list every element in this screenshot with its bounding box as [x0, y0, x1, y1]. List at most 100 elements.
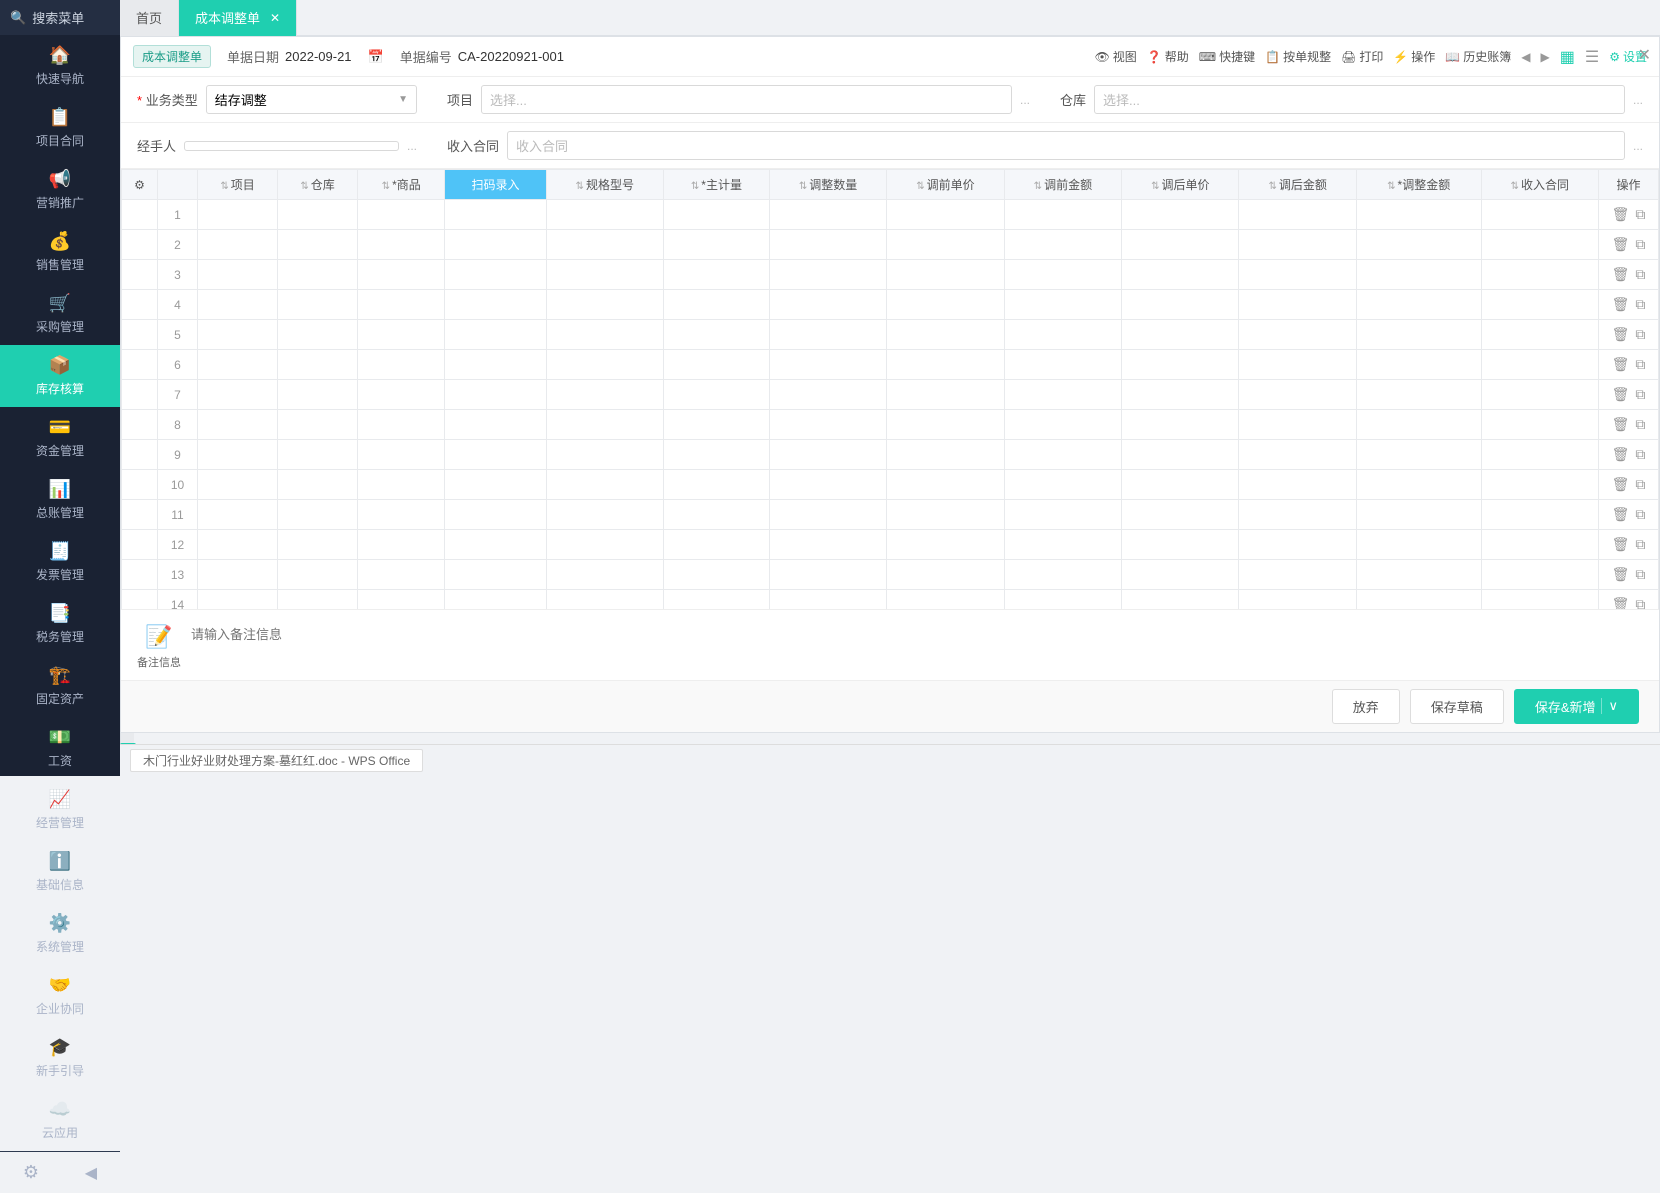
row-cell[interactable] — [445, 290, 546, 320]
row-cell[interactable] — [546, 350, 663, 380]
row-cell[interactable] — [1004, 440, 1121, 470]
row-cell[interactable] — [1122, 440, 1239, 470]
row-cell[interactable] — [1122, 230, 1239, 260]
row-cell[interactable] — [1356, 320, 1481, 350]
copy-row-icon[interactable]: ⧉ — [1635, 416, 1645, 433]
row-cell[interactable] — [1356, 440, 1481, 470]
sidebar-item-quick-nav[interactable]: 🏠 快速导航 — [0, 35, 120, 97]
row-cell[interactable] — [1239, 590, 1356, 609]
row-cell[interactable] — [358, 350, 445, 380]
delete-row-icon[interactable]: 🗑 — [1612, 326, 1630, 343]
col-before-amount[interactable]: ⇅调前金额 — [1004, 170, 1121, 200]
copy-row-icon[interactable]: ⧉ — [1635, 446, 1645, 463]
row-cell[interactable] — [887, 470, 1004, 500]
row-cell[interactable] — [358, 320, 445, 350]
row-cell[interactable] — [358, 410, 445, 440]
row-cell[interactable] — [546, 470, 663, 500]
row-cell[interactable] — [358, 500, 445, 530]
row-cell[interactable] — [1481, 410, 1599, 440]
row-cell[interactable] — [445, 350, 546, 380]
row-cell[interactable] — [663, 230, 769, 260]
row-cell[interactable] — [1122, 470, 1239, 500]
row-cell[interactable] — [278, 290, 358, 320]
row-cell[interactable] — [1239, 260, 1356, 290]
row-cell[interactable] — [546, 290, 663, 320]
income-contract-select[interactable]: 收入合同 — [507, 131, 1625, 160]
row-cell[interactable] — [1122, 560, 1239, 590]
delete-row-icon[interactable]: 🗑 — [1612, 506, 1630, 523]
row-cell[interactable] — [887, 200, 1004, 230]
row-cell[interactable] — [1356, 350, 1481, 380]
copy-row-icon[interactable]: ⧉ — [1635, 266, 1645, 283]
row-cell[interactable] — [769, 350, 886, 380]
row-cell[interactable] — [198, 440, 278, 470]
row-cell[interactable] — [1239, 410, 1356, 440]
handler-select[interactable] — [184, 141, 399, 151]
row-cell[interactable] — [1356, 380, 1481, 410]
grid-view-btn[interactable]: ▦ — [1560, 47, 1575, 67]
row-cell[interactable] — [1481, 200, 1599, 230]
col-unit[interactable]: ⇅*主计量 — [663, 170, 769, 200]
print-btn[interactable]: 🖨 打印 — [1341, 48, 1383, 65]
row-cell[interactable] — [1481, 230, 1599, 260]
sidebar-item-tax[interactable]: 📑 税务管理 — [0, 593, 120, 655]
col-settings[interactable]: ⚙ — [122, 170, 158, 200]
row-cell[interactable] — [1481, 320, 1599, 350]
row-cell[interactable] — [1356, 410, 1481, 440]
row-cell[interactable] — [358, 200, 445, 230]
row-cell[interactable] — [445, 530, 546, 560]
row-cell[interactable] — [278, 320, 358, 350]
col-warehouse[interactable]: ⇅仓库 — [278, 170, 358, 200]
income-contract-more[interactable]: ... — [1633, 139, 1643, 153]
row-cell[interactable] — [358, 230, 445, 260]
copy-row-icon[interactable]: ⧉ — [1635, 566, 1645, 583]
row-cell[interactable] — [1239, 500, 1356, 530]
row-cell[interactable] — [278, 440, 358, 470]
row-cell[interactable] — [1004, 200, 1121, 230]
row-cell[interactable] — [358, 590, 445, 609]
delete-row-icon[interactable]: 🗑 — [1612, 386, 1630, 403]
view-btn[interactable]: 👁 视图 — [1095, 48, 1137, 65]
row-cell[interactable] — [1122, 380, 1239, 410]
row-cell[interactable] — [278, 260, 358, 290]
delete-row-icon[interactable]: 🗑 — [1612, 446, 1630, 463]
col-after-amount[interactable]: ⇅调后金额 — [1239, 170, 1356, 200]
row-cell[interactable] — [358, 440, 445, 470]
col-after-price[interactable]: ⇅调后单价 — [1122, 170, 1239, 200]
row-cell[interactable] — [1239, 440, 1356, 470]
row-cell[interactable] — [546, 320, 663, 350]
row-cell[interactable] — [663, 530, 769, 560]
col-adj-qty[interactable]: ⇅调整数量 — [769, 170, 886, 200]
row-cell[interactable] — [1239, 200, 1356, 230]
col-scan[interactable]: 扫码录入 — [445, 170, 546, 200]
row-cell[interactable] — [887, 290, 1004, 320]
row-cell[interactable] — [1122, 590, 1239, 609]
sidebar-settings-btn[interactable]: ⚙ — [23, 1162, 39, 1183]
row-cell[interactable] — [1481, 500, 1599, 530]
row-cell[interactable] — [278, 500, 358, 530]
row-cell[interactable] — [358, 290, 445, 320]
row-cell[interactable] — [769, 200, 886, 230]
row-cell[interactable] — [887, 320, 1004, 350]
row-cell[interactable] — [546, 410, 663, 440]
project-more[interactable]: ... — [1020, 93, 1030, 107]
row-cell[interactable] — [1239, 530, 1356, 560]
row-cell[interactable] — [1004, 530, 1121, 560]
row-cell[interactable] — [198, 320, 278, 350]
row-cell[interactable] — [445, 230, 546, 260]
row-cell[interactable] — [278, 350, 358, 380]
sidebar-item-ledger[interactable]: 📊 总账管理 — [0, 469, 120, 531]
tab-cost-adjust[interactable]: 成本调整单 ✕ — [179, 0, 297, 36]
row-cell[interactable] — [769, 230, 886, 260]
row-cell[interactable] — [769, 290, 886, 320]
row-cell[interactable] — [1004, 410, 1121, 440]
row-cell[interactable] — [769, 530, 886, 560]
row-cell[interactable] — [663, 560, 769, 590]
calendar-icon[interactable]: 📅 — [368, 49, 384, 65]
row-cell[interactable] — [198, 230, 278, 260]
row-cell[interactable] — [887, 230, 1004, 260]
delete-row-icon[interactable]: 🗑 — [1612, 266, 1630, 283]
delete-row-icon[interactable]: 🗑 — [1612, 416, 1630, 433]
row-cell[interactable] — [1239, 290, 1356, 320]
copy-row-icon[interactable]: ⧉ — [1635, 356, 1645, 373]
